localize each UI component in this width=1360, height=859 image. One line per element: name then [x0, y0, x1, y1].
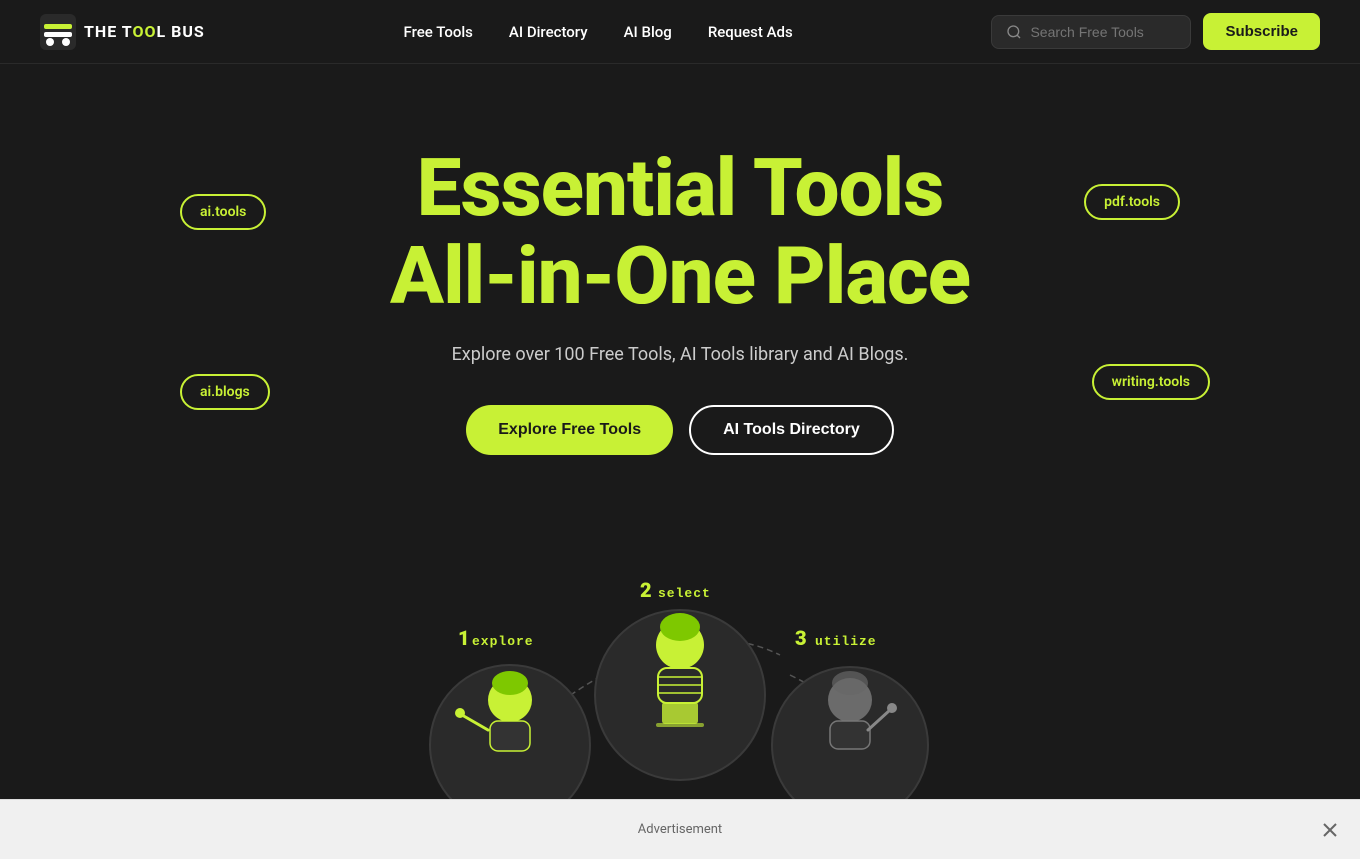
- ad-bar: Advertisement: [0, 799, 1360, 859]
- svg-text:select: select: [658, 586, 711, 601]
- svg-text:explore: explore: [472, 634, 534, 649]
- svg-text:utilize: utilize: [815, 634, 877, 649]
- ai-tools-directory-button[interactable]: AI Tools Directory: [689, 405, 894, 455]
- search-box: [991, 15, 1191, 49]
- close-icon: [1323, 823, 1337, 837]
- logo-icon: [40, 14, 76, 50]
- hero-section: ai.tools ai.blogs pdf.tools writing.tool…: [0, 64, 1360, 855]
- hero-subtitle: Explore over 100 Free Tools, AI Tools li…: [40, 344, 1320, 365]
- svg-text:2: 2: [640, 578, 652, 602]
- ad-close-button[interactable]: [1316, 816, 1344, 844]
- nav-right: Subscribe: [991, 13, 1320, 50]
- hero-buttons: Explore Free Tools AI Tools Directory: [40, 405, 1320, 455]
- floating-tag-writing-tools: writing.tools: [1092, 364, 1210, 400]
- explore-free-tools-button[interactable]: Explore Free Tools: [466, 405, 673, 455]
- svg-text:1: 1: [458, 626, 470, 650]
- logo-link[interactable]: THE TOOL BUS: [40, 14, 205, 50]
- nav-links: Free Tools AI Directory AI Blog Request …: [404, 22, 793, 41]
- hero-title: Essential Tools All-in-One Place: [40, 144, 1320, 320]
- ad-bar-text: Advertisement: [638, 822, 722, 837]
- nav-ai-blog[interactable]: AI Blog: [624, 23, 672, 41]
- navbar: THE TOOL BUS Free Tools AI Directory AI …: [0, 0, 1360, 64]
- search-input[interactable]: [1030, 24, 1176, 40]
- logo-text: THE TOOL BUS: [84, 22, 205, 41]
- steps-illustration: 1 explore 2 select: [400, 515, 960, 815]
- nav-request-ads[interactable]: Request Ads: [708, 23, 793, 41]
- search-icon: [1006, 24, 1022, 40]
- nav-free-tools[interactable]: Free Tools: [404, 23, 473, 41]
- svg-text:3: 3: [795, 626, 807, 650]
- illustration-area: 1 explore 2 select: [40, 515, 1320, 815]
- subscribe-button[interactable]: Subscribe: [1203, 13, 1320, 50]
- nav-ai-directory[interactable]: AI Directory: [509, 23, 588, 41]
